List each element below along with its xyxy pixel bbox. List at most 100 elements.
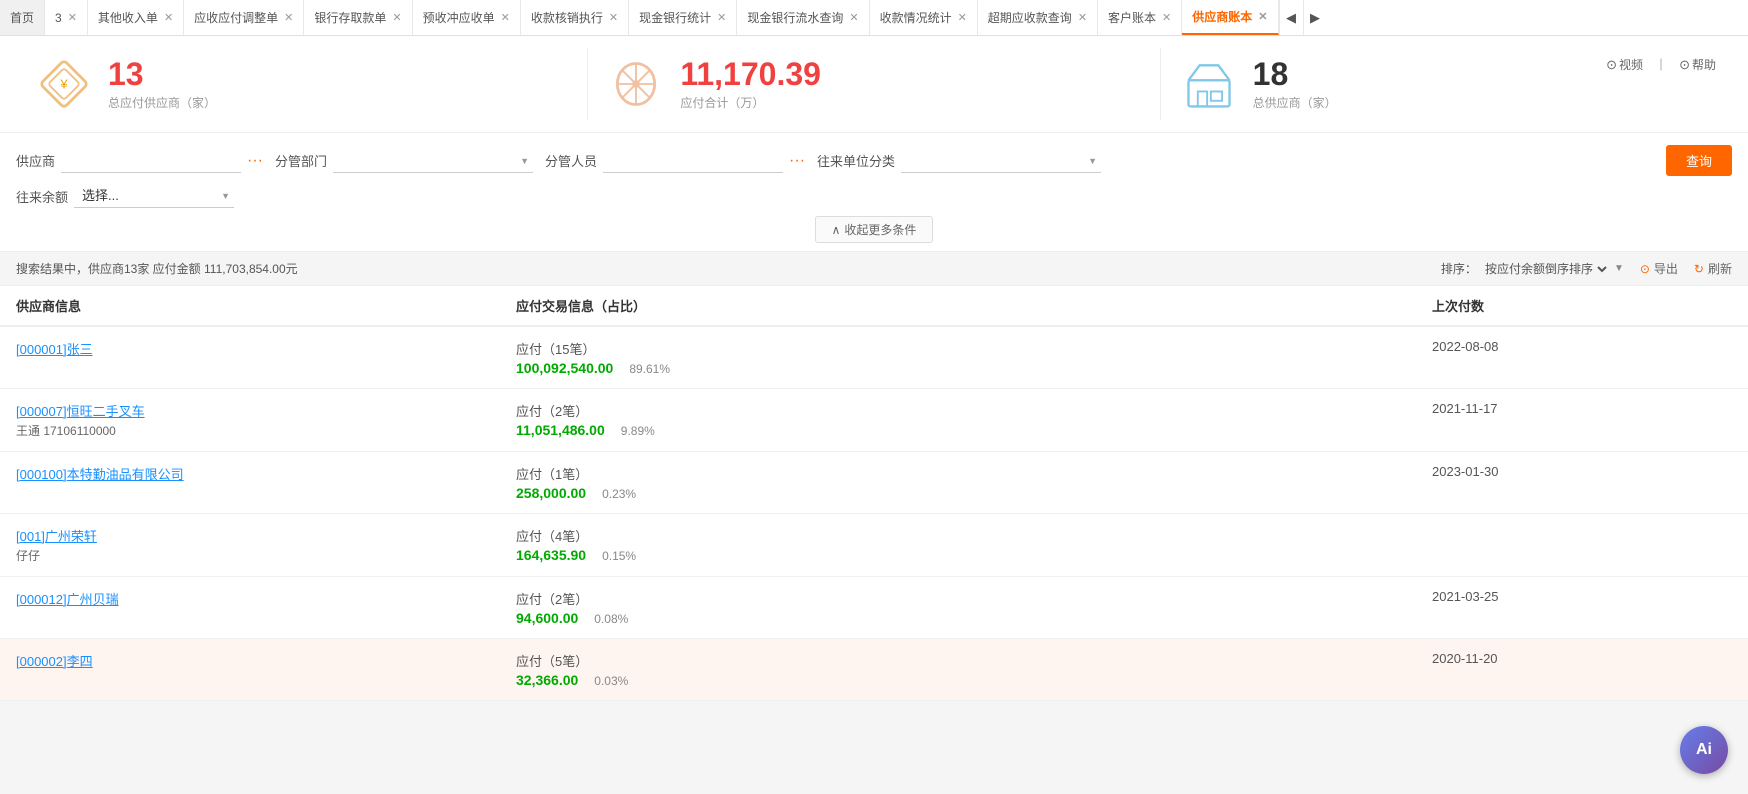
table-row: [000001]张三 应付（15笔） 100,092,540.00 89.61%… bbox=[0, 327, 1748, 389]
nav-tab-overdue[interactable]: 超期应收款查询 ✕ bbox=[978, 0, 1098, 35]
nav-tab-collection-stat[interactable]: 收款情况统计 ✕ bbox=[870, 0, 978, 35]
close-icon[interactable]: ✕ bbox=[609, 11, 618, 24]
query-button[interactable]: 查询 bbox=[1666, 145, 1732, 176]
table-row: [000012]广州贝瑞 应付（2笔） 94,600.00 0.08% 2021… bbox=[0, 577, 1748, 639]
filter-person: 分管人员 ··· bbox=[545, 149, 805, 173]
close-icon[interactable]: ✕ bbox=[717, 11, 726, 24]
supplier-link-1[interactable]: [000007]恒旺二手叉车 bbox=[16, 404, 145, 419]
supplier-link-3[interactable]: [001]广州荣轩 bbox=[16, 529, 97, 544]
close-icon[interactable]: ✕ bbox=[849, 11, 858, 24]
table-header: 供应商信息 应付交易信息（占比） 上次付数 bbox=[0, 286, 1748, 327]
sort-select[interactable]: 按应付余额倒序排序 bbox=[1481, 261, 1610, 277]
lastpay-cell-2: 2023-01-30 bbox=[1432, 464, 1732, 479]
table-row: [000002]李四 应付（5笔） 32,366.00 0.03% 2020-1… bbox=[0, 639, 1748, 701]
nav-tab-home[interactable]: 首页 bbox=[0, 0, 45, 35]
tx-cell-3: 应付（4笔） 164,635.90 0.15% bbox=[516, 526, 1432, 563]
tx-cell-0: 应付（15笔） 100,092,540.00 89.61% bbox=[516, 339, 1432, 376]
nav-tab-3[interactable]: 3 ✕ bbox=[45, 0, 88, 35]
department-select[interactable] bbox=[333, 149, 533, 173]
stat-help: ⊙ 视频 ｜ ⊙ 帮助 bbox=[1606, 56, 1716, 73]
close-icon[interactable]: ✕ bbox=[392, 11, 401, 24]
rice-icon bbox=[608, 56, 664, 112]
person-dots[interactable]: ··· bbox=[789, 152, 805, 170]
category-select-wrap bbox=[901, 149, 1101, 173]
person-input[interactable] bbox=[603, 149, 783, 173]
nav-tab-supplier-ledger[interactable]: 供应商账本 ✕ bbox=[1182, 0, 1278, 35]
department-select-wrap bbox=[333, 149, 533, 173]
nav-next-arrow[interactable]: ▶ bbox=[1303, 0, 1327, 35]
supplier-cell-4: [000012]广州贝瑞 bbox=[16, 589, 516, 608]
supplier-link-5[interactable]: [000002]李四 bbox=[16, 654, 93, 669]
ai-button[interactable]: Ai bbox=[1680, 726, 1728, 774]
department-label: 分管部门 bbox=[275, 151, 327, 170]
supplier-input[interactable] bbox=[61, 149, 241, 173]
close-icon[interactable]: ✕ bbox=[958, 11, 967, 24]
category-select[interactable] bbox=[901, 149, 1101, 173]
shop-icon bbox=[1181, 56, 1237, 112]
table-body: [000001]张三 应付（15笔） 100,092,540.00 89.61%… bbox=[0, 327, 1748, 701]
supplier-dots[interactable]: ··· bbox=[247, 152, 263, 170]
lastpay-cell-5: 2020-11-20 bbox=[1432, 651, 1732, 666]
supplier-label: 供应商 bbox=[16, 151, 55, 170]
question-icon: ⊙ bbox=[1679, 57, 1690, 73]
result-bar: 搜索结果中，供应商13家 应付金额 111,703,854.00元 排序： 按应… bbox=[0, 252, 1748, 286]
close-icon[interactable]: ✕ bbox=[501, 11, 510, 24]
close-icon[interactable]: ✕ bbox=[164, 11, 173, 24]
supplier-cell-2: [000100]本特勤油品有限公司 bbox=[16, 464, 516, 483]
top-nav: 首页 3 ✕ 其他收入单 ✕ 应收应付调整单 ✕ 银行存取款单 ✕ 预收冲应收单… bbox=[0, 0, 1748, 36]
shops-label: 总供应商（家） bbox=[1253, 94, 1337, 111]
lastpay-cell-1: 2021-11-17 bbox=[1432, 401, 1732, 416]
circle-play-icon: ⊙ bbox=[1606, 57, 1617, 73]
result-actions: 排序： 按应付余额倒序排序 ▼ ⊙ 导出 ↻ 刷新 bbox=[1441, 260, 1732, 277]
filter-supplier: 供应商 ··· bbox=[16, 149, 263, 173]
close-icon[interactable]: ✕ bbox=[1258, 10, 1267, 23]
stat-card-total-suppliers: 18 总供应商（家） ⊙ 视频 ｜ ⊙ 帮助 bbox=[1161, 48, 1732, 120]
video-link[interactable]: ⊙ 视频 bbox=[1606, 56, 1643, 73]
table-row: [000007]恒旺二手叉车 王通 17106110000 应付（2笔） 11,… bbox=[0, 389, 1748, 452]
nav-tab-customer-ledger[interactable]: 客户账本 ✕ bbox=[1098, 0, 1182, 35]
filter-category: 往来单位分类 bbox=[817, 149, 1101, 173]
close-icon[interactable]: ✕ bbox=[284, 11, 293, 24]
close-icon[interactable]: ✕ bbox=[1078, 11, 1087, 24]
nav-prev-arrow[interactable]: ◀ bbox=[1279, 0, 1303, 35]
tx-cell-1: 应付（2笔） 11,051,486.00 9.89% bbox=[516, 401, 1432, 438]
nav-tab-bank-deposit[interactable]: 银行存取款单 ✕ bbox=[304, 0, 412, 35]
stat-card-suppliers-payable: ¥ 13 总应付供应商（家） bbox=[16, 48, 588, 120]
result-summary: 搜索结果中，供应商13家 应付金额 111,703,854.00元 bbox=[16, 260, 298, 277]
supplier-link-4[interactable]: [000012]广州贝瑞 bbox=[16, 592, 119, 607]
nav-tab-cashflow[interactable]: 现金银行流水查询 ✕ bbox=[737, 0, 869, 35]
stat-info-total: 11,170.39 应付合计（万） bbox=[680, 58, 821, 111]
nav-tab-cash-bank[interactable]: 现金银行统计 ✕ bbox=[629, 0, 737, 35]
filter-row-2: 往来余额 选择... bbox=[16, 184, 1732, 208]
export-button[interactable]: ⊙ 导出 bbox=[1640, 260, 1678, 277]
export-icon: ⊙ bbox=[1640, 262, 1650, 276]
nav-tab-adjustment[interactable]: 应收应付调整单 ✕ bbox=[184, 0, 304, 35]
close-icon[interactable]: ✕ bbox=[68, 11, 77, 24]
supplier-link-0[interactable]: [000001]张三 bbox=[16, 342, 93, 357]
col-header-lastpay: 上次付数 bbox=[1432, 296, 1732, 315]
shops-number: 18 bbox=[1253, 58, 1337, 90]
nav-tab-prepay[interactable]: 预收冲应收单 ✕ bbox=[413, 0, 521, 35]
lastpay-cell-0: 2022-08-08 bbox=[1432, 339, 1732, 354]
filter-balance: 往来余额 选择... bbox=[16, 184, 234, 208]
sort-label: 排序： bbox=[1441, 260, 1477, 277]
result-sort: 排序： 按应付余额倒序排序 ▼ bbox=[1441, 260, 1624, 277]
close-icon[interactable]: ✕ bbox=[1162, 11, 1171, 24]
table-row: [000100]本特勤油品有限公司 应付（1笔） 258,000.00 0.23… bbox=[0, 452, 1748, 514]
col-header-tx: 应付交易信息（占比） bbox=[516, 296, 1432, 315]
refresh-button[interactable]: ↻ 刷新 bbox=[1694, 260, 1732, 277]
diamond-icon: ¥ bbox=[36, 56, 92, 112]
help-link[interactable]: ⊙ 帮助 bbox=[1679, 56, 1716, 73]
person-label: 分管人员 bbox=[545, 151, 597, 170]
supplier-link-2[interactable]: [000100]本特勤油品有限公司 bbox=[16, 467, 184, 482]
payable-label: 总应付供应商（家） bbox=[108, 94, 216, 111]
tx-cell-5: 应付（5笔） 32,366.00 0.03% bbox=[516, 651, 1432, 688]
nav-tab-collection[interactable]: 收款核销执行 ✕ bbox=[521, 0, 629, 35]
balance-label: 往来余额 bbox=[16, 187, 68, 206]
collapse-button[interactable]: 收起更多条件 bbox=[815, 216, 934, 243]
chevron-down-icon: ▼ bbox=[1614, 263, 1624, 274]
nav-tab-other-income[interactable]: 其他收入单 ✕ bbox=[88, 0, 184, 35]
balance-select-wrap: 选择... bbox=[74, 184, 234, 208]
balance-select[interactable]: 选择... bbox=[74, 184, 234, 208]
total-label: 应付合计（万） bbox=[680, 94, 821, 111]
